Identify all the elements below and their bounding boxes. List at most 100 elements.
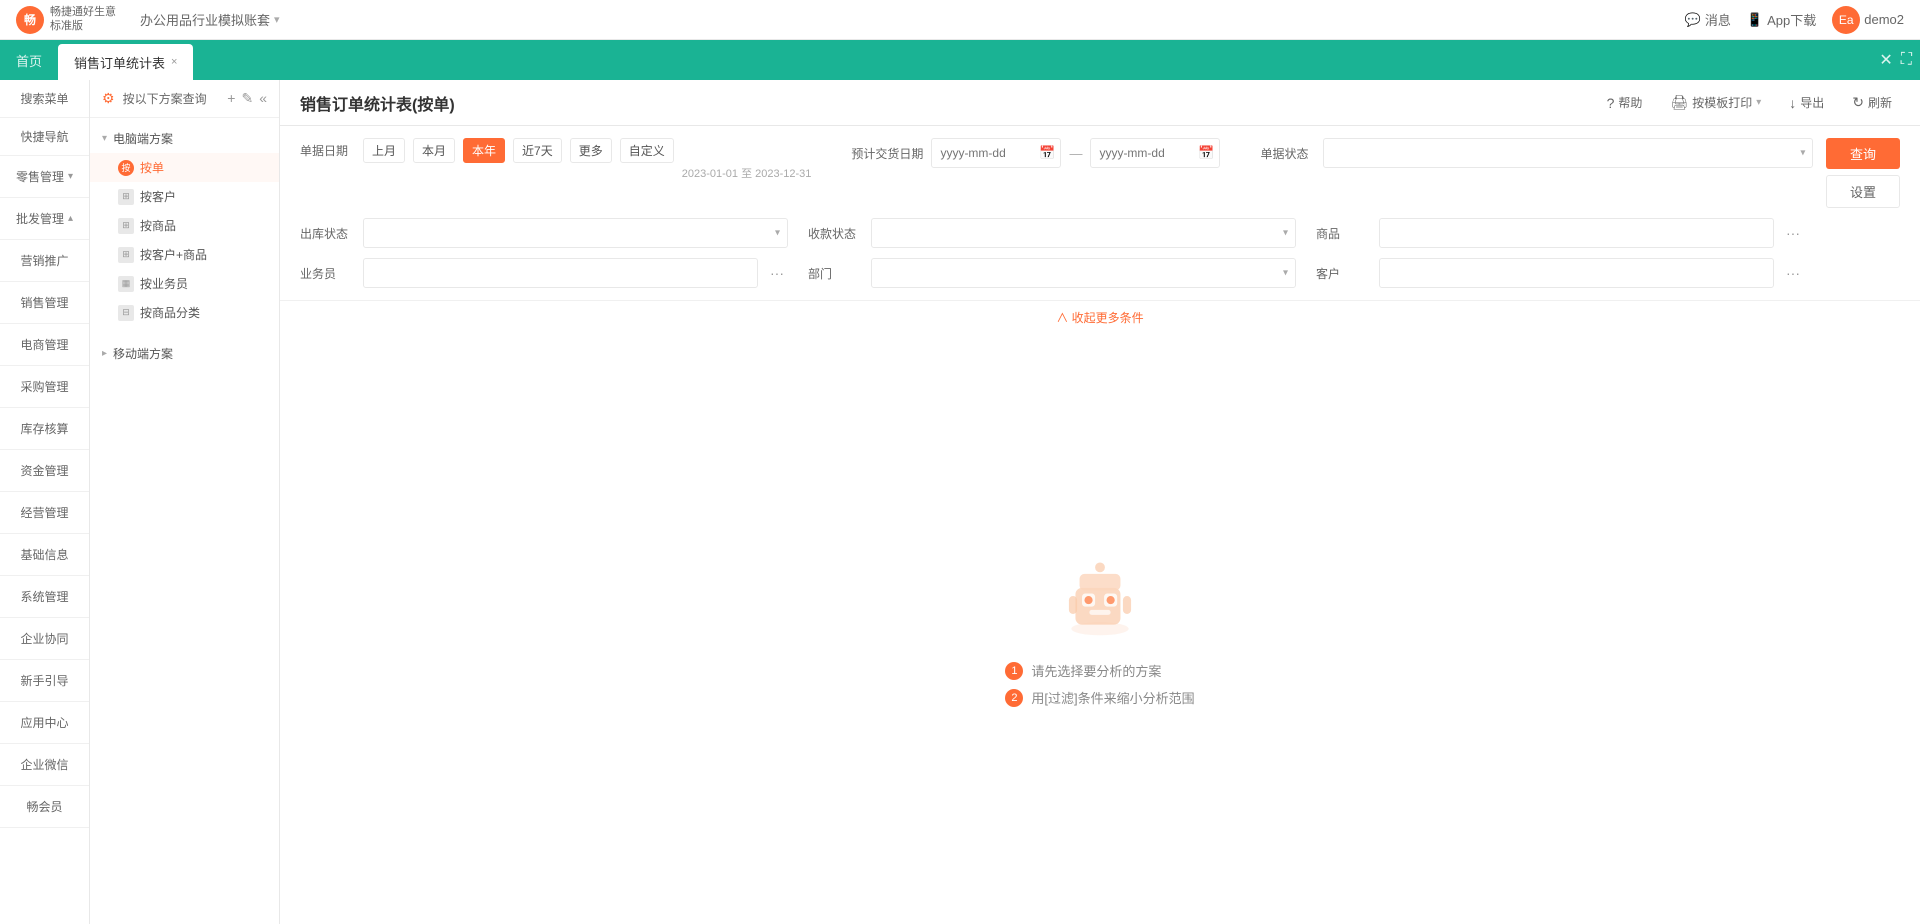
empty-tips: 1 请先选择要分析的方案 2 用[过滤]条件来缩小分析范围: [1005, 661, 1194, 707]
tab-active[interactable]: 销售订单统计表 ×: [58, 44, 193, 80]
app-title-area[interactable]: 办公用品行业模拟账套 ▾: [140, 10, 280, 29]
custom-btn[interactable]: 自定义: [620, 138, 674, 163]
mobile-scheme-header[interactable]: ▸ 移动端方案: [90, 339, 279, 368]
bill-status-select[interactable]: [1323, 138, 1813, 168]
scheme-按商品[interactable]: ⊞ 按商品: [90, 211, 279, 240]
message-btn[interactable]: 💬 消息: [1685, 10, 1731, 29]
query-btn[interactable]: 查询: [1826, 138, 1900, 169]
dept-select[interactable]: [871, 258, 1296, 288]
tab-close-icon[interactable]: ×: [171, 56, 177, 68]
main-content: 销售订单统计表(按单) ? 帮助 🖨 按模板打印 ▾ ↓: [280, 80, 1920, 924]
scheme-icon-按客户: ⊞: [118, 189, 134, 205]
sidebar-item-sales[interactable]: 销售管理: [0, 282, 89, 324]
empty-tip-2: 2 用[过滤]条件来缩小分析范围: [1005, 688, 1194, 707]
sidebar-item-system[interactable]: 系统管理: [0, 576, 89, 618]
last-month-btn[interactable]: 上月: [363, 138, 405, 163]
calendar-icon-2[interactable]: 📅: [1198, 145, 1214, 161]
window-maximize-btn[interactable]: ⛶: [1901, 51, 1912, 69]
empty-state: 1 请先选择要分析的方案 2 用[过滤]条件来缩小分析范围: [280, 334, 1920, 924]
salesman-label: 业务员: [300, 265, 355, 282]
refresh-btn[interactable]: ↻ 刷新: [1844, 90, 1900, 115]
goods-more-btn[interactable]: ···: [1782, 225, 1804, 241]
export-btn[interactable]: ↓ 导出: [1781, 90, 1832, 115]
last7-btn[interactable]: 近7天: [513, 138, 562, 163]
sidebar-search[interactable]: 搜索菜单: [0, 80, 89, 118]
sidebar-item-purchase[interactable]: 采购管理: [0, 366, 89, 408]
app-download-btn[interactable]: 📱 App下载: [1747, 10, 1816, 29]
ship-status-select[interactable]: [363, 218, 788, 248]
date-label: 单据日期: [300, 142, 355, 159]
tab-bar-right: ✕ ⛶: [1879, 50, 1920, 70]
tip-num-1: 1: [1005, 662, 1023, 680]
scheme-icon-按单: 按: [118, 160, 134, 176]
sidebar-item-basic[interactable]: 基础信息: [0, 534, 89, 576]
empty-tip-1: 1 请先选择要分析的方案: [1005, 661, 1194, 680]
logo-icon: 畅: [16, 6, 44, 34]
bill-status-select-wrap: [1323, 138, 1813, 168]
sidebar-item-operations[interactable]: 经营管理: [0, 492, 89, 534]
scheme-按商品分类[interactable]: ⊟ 按商品分类: [90, 298, 279, 327]
page-header: 销售订单统计表(按单) ? 帮助 🖨 按模板打印 ▾ ↓: [280, 80, 1920, 126]
sidebar-item-weixin[interactable]: 企业微信: [0, 744, 89, 786]
sidebar-item-marketing[interactable]: 营销推广: [0, 240, 89, 282]
sidebar-item-wholesale[interactable]: 批发管理 ▴: [0, 198, 89, 240]
help-btn[interactable]: ? 帮助: [1599, 90, 1651, 115]
message-icon: 💬: [1685, 12, 1701, 28]
date-dash: —: [1069, 146, 1082, 161]
sidebar-item-ecommerce[interactable]: 电商管理: [0, 324, 89, 366]
edit-scheme-btn[interactable]: ✎: [241, 90, 253, 107]
filter-section: 单据日期 上月 本月 本年 近7天 更多 自定义 2023-01-01 至 20…: [280, 126, 1920, 300]
pay-status-select[interactable]: [871, 218, 1296, 248]
ship-status-select-wrap: [363, 218, 788, 248]
user-area[interactable]: Ea demo2: [1832, 6, 1904, 34]
mobile-scheme-group: ▸ 移动端方案: [90, 333, 279, 374]
customer-input-area[interactable]: [1379, 258, 1774, 288]
goods-label: 商品: [1316, 225, 1371, 242]
window-close-btn[interactable]: ✕: [1879, 50, 1892, 70]
sidebar-item-member[interactable]: 畅会员: [0, 786, 89, 828]
customer-label: 客户: [1316, 265, 1371, 282]
tab-home[interactable]: 首页: [0, 40, 58, 80]
page-header-actions: ? 帮助 🖨 按模板打印 ▾ ↓ 导出 ↻: [1599, 90, 1900, 115]
empty-illustration: [1050, 551, 1150, 641]
sidebar-item-retail[interactable]: 零售管理 ▾: [0, 156, 89, 198]
export-icon: ↓: [1789, 95, 1796, 111]
print-dropdown-icon[interactable]: ▾: [1756, 97, 1761, 108]
sidebar: 搜索菜单 快捷导航 零售管理 ▾ 批发管理 ▴ 营销推广 销售管理 电商管理 采…: [0, 80, 90, 924]
sidebar-item-guide[interactable]: 新手引导: [0, 660, 89, 702]
left-panel-actions: + ✎ «: [227, 90, 267, 107]
sidebar-item-inventory[interactable]: 库存核算: [0, 408, 89, 450]
salesman-input-area[interactable]: [363, 258, 758, 288]
pay-status-select-wrap: [871, 218, 1296, 248]
collapse-panel-btn[interactable]: «: [259, 90, 267, 107]
pc-scheme-header[interactable]: ▾ 电脑端方案: [90, 124, 279, 153]
logo-text: 畅捷通好生意 标准版: [50, 6, 116, 32]
sidebar-item-enterprise[interactable]: 企业协同: [0, 618, 89, 660]
collapse-bar[interactable]: ∧ 收起更多条件: [280, 300, 1920, 334]
customer-more-btn[interactable]: ···: [1782, 265, 1804, 281]
scheme-按客户商品[interactable]: ⊞ 按客户+商品: [90, 240, 279, 269]
app-dropdown-icon[interactable]: ▾: [274, 13, 280, 26]
calendar-icon-1[interactable]: 📅: [1039, 145, 1055, 161]
sidebar-item-finance[interactable]: 资金管理: [0, 450, 89, 492]
tip-num-2: 2: [1005, 689, 1023, 707]
salesman-more-btn[interactable]: ···: [766, 265, 788, 281]
this-month-btn[interactable]: 本月: [413, 138, 455, 163]
scheme-icon-按商品分类: ⊟: [118, 305, 134, 321]
bill-status-label: 单据状态: [1260, 145, 1315, 162]
scheme-按单[interactable]: 按 按单: [90, 153, 279, 182]
page-title: 销售订单统计表(按单): [300, 91, 455, 115]
retail-arrow: ▾: [68, 171, 73, 182]
more-btn[interactable]: 更多: [570, 138, 612, 163]
content-area: ⚙ 按以下方案查询 + ✎ « ▾ 电脑端方案 按 按单: [90, 80, 1920, 924]
logo-area: 畅 畅捷通好生意 标准版: [16, 6, 116, 34]
scheme-按业务员[interactable]: ▦ 按业务员: [90, 269, 279, 298]
sidebar-item-appstore[interactable]: 应用中心: [0, 702, 89, 744]
sidebar-quick-nav[interactable]: 快捷导航: [0, 118, 89, 156]
settings-btn[interactable]: 设置: [1826, 175, 1900, 208]
goods-input-area[interactable]: [1379, 218, 1774, 248]
this-year-btn[interactable]: 本年: [463, 138, 505, 163]
add-scheme-btn[interactable]: +: [227, 90, 235, 107]
scheme-按客户[interactable]: ⊞ 按客户: [90, 182, 279, 211]
print-btn[interactable]: 🖨 按模板打印 ▾: [1662, 90, 1769, 115]
